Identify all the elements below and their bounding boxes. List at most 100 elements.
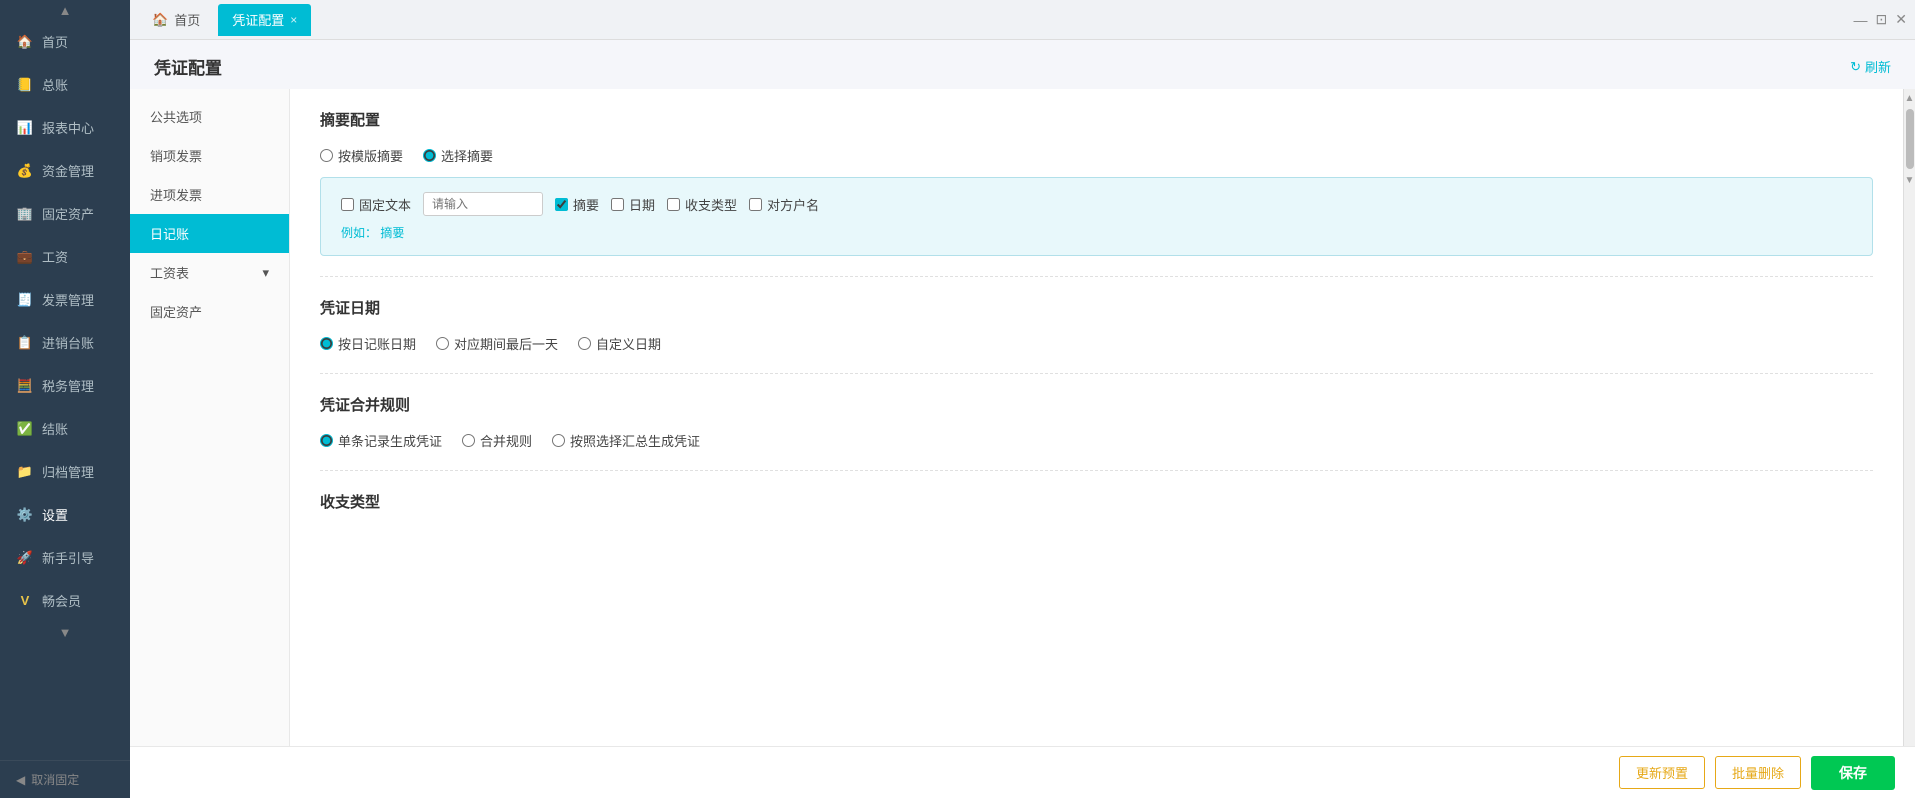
merge-radio-group: 单条记录生成凭证 合并规则 按照选择汇总生成凭证 <box>320 431 1873 450</box>
merge-radio-single[interactable] <box>320 434 333 447</box>
main-scrollbar: ▲ ▼ <box>1903 89 1915 746</box>
summary-option1-label[interactable]: 按模版摘要 <box>320 146 403 165</box>
merge-radio-rule[interactable] <box>462 434 475 447</box>
merge-radio-summary[interactable] <box>552 434 565 447</box>
summary-option2-label[interactable]: 选择摘要 <box>423 146 493 165</box>
archive-icon: 📁 <box>16 463 34 481</box>
summary-example: 例如： 摘要 <box>341 224 1852 241</box>
tab-close-btn[interactable]: × <box>290 13 297 27</box>
page-wrapper: 凭证配置 ↻ 刷新 公共选项 销项发票 进项发票 日记账 <box>130 40 1915 798</box>
window-restore-btn[interactable]: ⊡ <box>1876 11 1888 28</box>
sidebar-item-member[interactable]: V 畅会员 <box>0 579 130 622</box>
invoice-icon: 🧾 <box>16 291 34 309</box>
bottom-bar: 更新预置 批量删除 保存 <box>130 746 1915 798</box>
check-date-label[interactable]: 日期 <box>611 195 655 214</box>
update-preview-btn[interactable]: 更新预置 <box>1619 756 1705 789</box>
tab-bar: 🏠 首页 凭证配置 × — ⊡ ✕ <box>130 0 1915 40</box>
sidebar-item-fund[interactable]: 💰 资金管理 <box>0 149 130 192</box>
check-summary[interactable] <box>555 198 568 211</box>
merge-section: 凭证合并规则 单条记录生成凭证 合并规则 按照选择汇总生成凭证 <box>320 394 1873 471</box>
income-section: 收支类型 <box>320 491 1873 548</box>
sidebar-item-purchase[interactable]: 📋 进销台账 <box>0 321 130 364</box>
income-section-title: 收支类型 <box>320 491 1873 512</box>
sidebar-item-home[interactable]: 🏠 首页 <box>0 20 130 63</box>
merge-option3-label[interactable]: 按照选择汇总生成凭证 <box>552 431 700 450</box>
check-fixed-text-label[interactable]: 固定文本 <box>341 195 411 214</box>
main-area: 🏠 首页 凭证配置 × — ⊡ ✕ 凭证配置 ↻ 刷新 公共选项 <box>130 0 1915 798</box>
date-radio-group: 按日记账日期 对应期间最后一天 自定义日期 <box>320 334 1873 353</box>
summary-section: 摘要配置 按模版摘要 选择摘要 <box>320 109 1873 277</box>
check-income-type-label[interactable]: 收支类型 <box>667 195 737 214</box>
sidebar-item-settings[interactable]: ⚙️ 设置 <box>0 493 130 536</box>
date-option2-label[interactable]: 对应期间最后一天 <box>436 334 558 353</box>
settings-icon: ⚙️ <box>16 506 34 524</box>
sidebar-unpin[interactable]: ◀ 取消固定 <box>0 760 130 798</box>
sidebar-item-assets[interactable]: 🏢 固定资产 <box>0 192 130 235</box>
sub-nav-journal[interactable]: 日记账 <box>130 214 289 253</box>
salary-icon: 💼 <box>16 248 34 266</box>
check-fixed-text[interactable] <box>341 198 354 211</box>
tab-voucher-config[interactable]: 凭证配置 × <box>218 4 311 36</box>
date-radio-journal[interactable] <box>320 337 333 350</box>
assets-icon: 🏢 <box>16 205 34 223</box>
sidebar-scroll-up[interactable]: ▲ <box>0 0 130 20</box>
check-income-type[interactable] <box>667 198 680 211</box>
summary-radio-group: 按模版摘要 选择摘要 <box>320 146 1873 165</box>
sidebar: ▲ 🏠 首页 📒 总账 📊 报表中心 💰 资金管理 🏢 固定资产 💼 工资 🧾 … <box>0 0 130 798</box>
ledger-icon: 📒 <box>16 76 34 94</box>
page-title: 凭证配置 <box>154 54 222 79</box>
check-summary-label[interactable]: 摘要 <box>555 195 599 214</box>
summary-box: 固定文本 摘要 日期 <box>320 177 1873 256</box>
sub-nav-public[interactable]: 公共选项 <box>130 97 289 136</box>
sidebar-item-tax[interactable]: 🧮 税务管理 <box>0 364 130 407</box>
merge-option1-label[interactable]: 单条记录生成凭证 <box>320 431 442 450</box>
date-option1-label[interactable]: 按日记账日期 <box>320 334 416 353</box>
window-minimize-btn[interactable]: — <box>1854 12 1868 28</box>
sub-nav-purchase-inv[interactable]: 进项发票 <box>130 175 289 214</box>
date-section-title: 凭证日期 <box>320 297 1873 318</box>
scroll-thumb[interactable] <box>1906 109 1914 169</box>
merge-option2-label[interactable]: 合并规则 <box>462 431 532 450</box>
tab-home[interactable]: 🏠 首页 <box>138 4 214 36</box>
date-option3-label[interactable]: 自定义日期 <box>578 334 661 353</box>
purchase-icon: 📋 <box>16 334 34 352</box>
home-tab-icon: 🏠 <box>152 12 168 28</box>
window-close-btn[interactable]: ✕ <box>1895 11 1907 28</box>
sidebar-item-invoice[interactable]: 🧾 发票管理 <box>0 278 130 321</box>
tax-icon: 🧮 <box>16 377 34 395</box>
home-icon: 🏠 <box>16 33 34 51</box>
save-btn[interactable]: 保存 <box>1811 756 1895 790</box>
date-radio-custom[interactable] <box>578 337 591 350</box>
scroll-up-arrow[interactable]: ▲ <box>1904 89 1915 107</box>
sidebar-item-ledger[interactable]: 📒 总账 <box>0 63 130 106</box>
sidebar-item-guide[interactable]: 🚀 新手引导 <box>0 536 130 579</box>
check-date[interactable] <box>611 198 624 211</box>
tab-bar-actions: — ⊡ ✕ <box>1854 11 1907 28</box>
refresh-icon: ↻ <box>1850 59 1861 75</box>
sub-nav-fixed-assets[interactable]: 固定资产 <box>130 292 289 331</box>
batch-delete-btn[interactable]: 批量删除 <box>1715 756 1801 789</box>
sidebar-item-report[interactable]: 📊 报表中心 <box>0 106 130 149</box>
summary-radio-select[interactable] <box>423 149 436 162</box>
chevron-down-icon: ▾ <box>262 265 269 281</box>
sidebar-item-settle[interactable]: ✅ 结账 <box>0 407 130 450</box>
date-section: 凭证日期 按日记账日期 对应期间最后一天 自定义日期 <box>320 297 1873 374</box>
fund-icon: 💰 <box>16 162 34 180</box>
pin-icon: ◀ <box>16 773 25 787</box>
sub-nav-sales[interactable]: 销项发票 <box>130 136 289 175</box>
scroll-down-arrow[interactable]: ▼ <box>1904 171 1915 189</box>
sidebar-item-archive[interactable]: 📁 归档管理 <box>0 450 130 493</box>
check-counterpart-label[interactable]: 对方户名 <box>749 195 819 214</box>
merge-section-title: 凭证合并规则 <box>320 394 1873 415</box>
check-counterpart[interactable] <box>749 198 762 211</box>
date-radio-last-day[interactable] <box>436 337 449 350</box>
refresh-btn[interactable]: ↻ 刷新 <box>1850 57 1891 76</box>
fixed-text-input[interactable] <box>423 192 543 216</box>
summary-radio-template[interactable] <box>320 149 333 162</box>
sidebar-item-salary[interactable]: 💼 工资 <box>0 235 130 278</box>
sub-layout: 公共选项 销项发票 进项发票 日记账 工资表 ▾ 固定资产 <box>130 89 1915 746</box>
sub-nav: 公共选项 销项发票 进项发票 日记账 工资表 ▾ 固定资产 <box>130 89 290 746</box>
summary-section-title: 摘要配置 <box>320 109 1873 130</box>
sub-nav-payroll[interactable]: 工资表 ▾ <box>130 253 289 292</box>
sidebar-scroll-down[interactable]: ▼ <box>0 622 130 642</box>
